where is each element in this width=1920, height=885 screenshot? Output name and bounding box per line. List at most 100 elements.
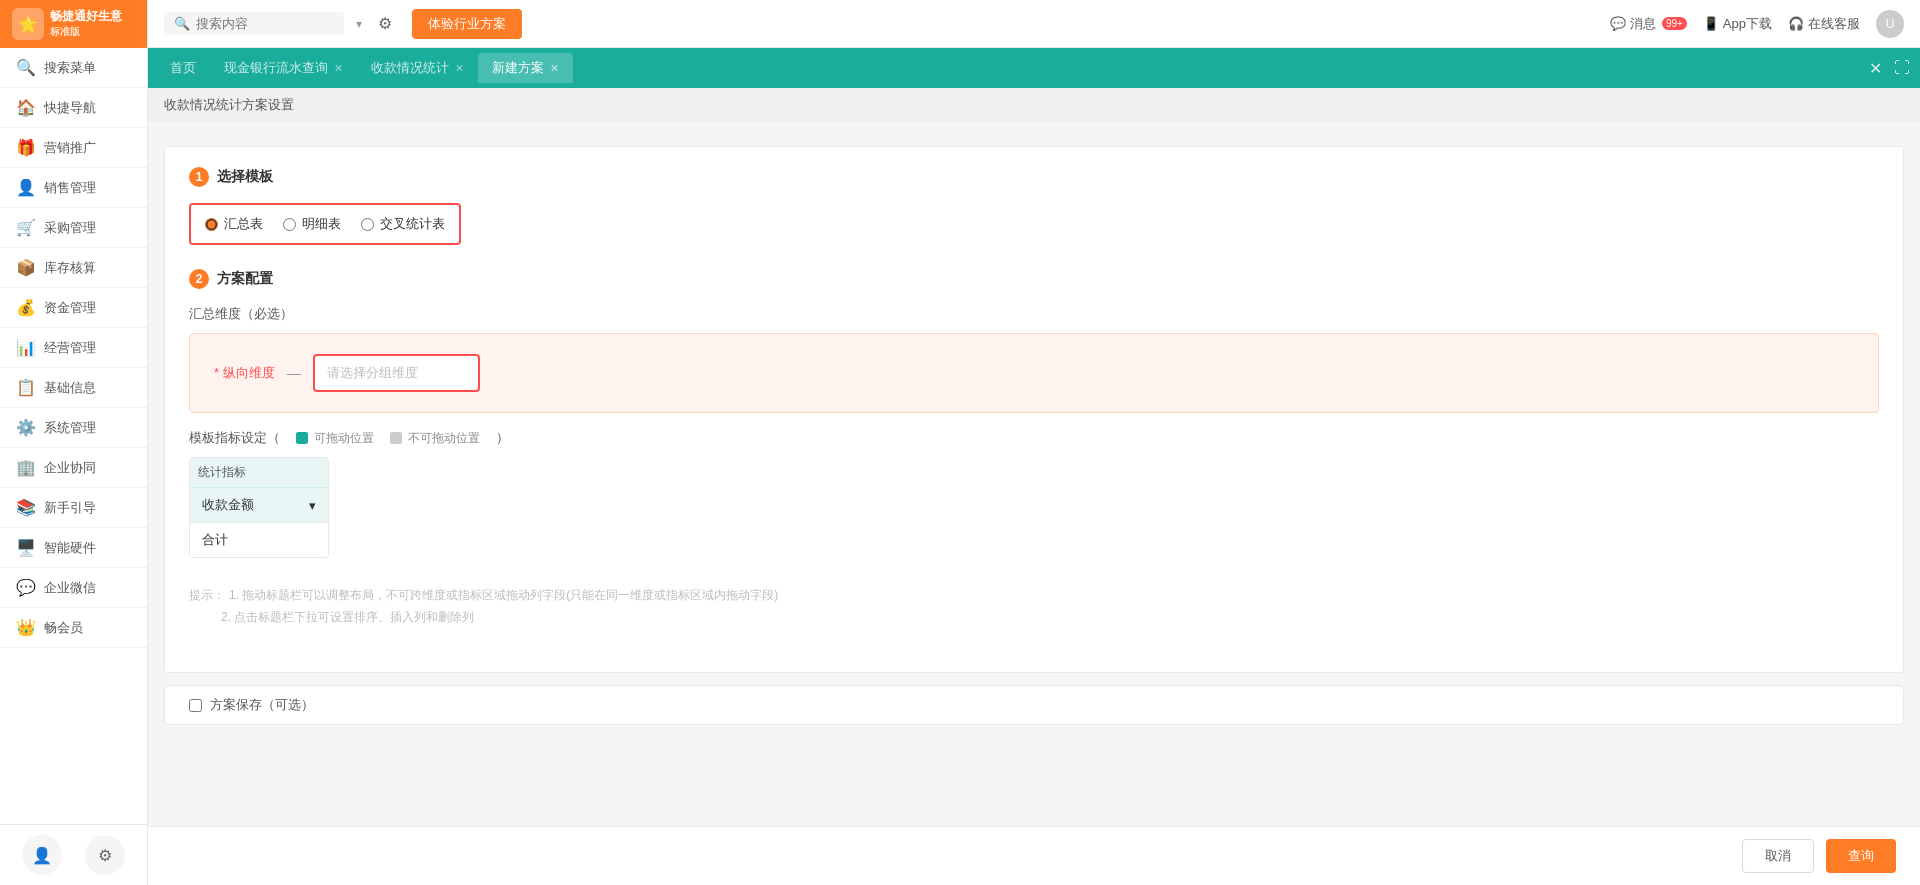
sidebar-item-guide[interactable]: 📚 新手引导 [0, 488, 147, 528]
section2-title: 方案配置 [217, 270, 273, 288]
section-config: 2 方案配置 汇总维度（必选） * 纵向维度 — 请选择分组维度 [189, 269, 1879, 628]
chevron-down-icon: ▾ [309, 498, 316, 513]
search-icon: 🔍 [16, 58, 36, 77]
app-edition: 标准版 [50, 25, 122, 39]
save-label: 方案保存（可选） [210, 696, 314, 714]
support-label: 在线客服 [1808, 15, 1860, 33]
topbar: 🔍 ▾ ⚙ 体验行业方案 💬 消息 99+ 📱 App下载 🎧 在线客服 U [148, 0, 1920, 48]
sidebar-item-operations[interactable]: 📊 经营管理 [0, 328, 147, 368]
tabbar-actions: ✕ ⛶ [1867, 57, 1912, 80]
legend-fixed-label: 不可拖动位置 [408, 430, 480, 447]
sidebar-item-sales[interactable]: 👤 销售管理 [0, 168, 147, 208]
sidebar-item-search-label: 搜索菜单 [44, 59, 96, 77]
breadcrumb: 收款情况统计方案设置 [164, 97, 294, 112]
topbar-search-box[interactable]: 🔍 [164, 12, 344, 35]
sidebar-item-hardware-label: 智能硬件 [44, 539, 96, 557]
search-input[interactable] [196, 16, 316, 31]
tab-bank[interactable]: 现金银行流水查询 ✕ [210, 53, 357, 83]
sidebar-item-search[interactable]: 🔍 搜索菜单 [0, 48, 147, 88]
template-selector: 汇总表 明细表 交叉统计表 [189, 203, 461, 245]
radio-detail[interactable]: 明细表 [283, 215, 341, 233]
sidebar-item-system[interactable]: ⚙️ 系统管理 [0, 408, 147, 448]
basics-icon: 📋 [16, 378, 36, 397]
radio-cross[interactable]: 交叉统计表 [361, 215, 445, 233]
tab-expand-icon[interactable]: ⛶ [1892, 57, 1912, 80]
topbar-right: 💬 消息 99+ 📱 App下载 🎧 在线客服 U [1610, 10, 1904, 38]
metrics-row-total: 合计 [190, 523, 328, 557]
radio-cross-input[interactable] [361, 218, 374, 231]
radio-summary[interactable]: 汇总表 [205, 215, 263, 233]
download-btn[interactable]: 📱 App下载 [1703, 15, 1772, 33]
page-title-bar: 收款情况统计方案设置 [148, 88, 1920, 122]
sidebar-item-purchase[interactable]: 🛒 采购管理 [0, 208, 147, 248]
sidebar-item-basics[interactable]: 📋 基础信息 [0, 368, 147, 408]
industry-btn[interactable]: 体验行业方案 [412, 9, 522, 39]
dimension-area: * 纵向维度 — 请选择分组维度 [189, 333, 1879, 413]
sidebar-item-guide-label: 新手引导 [44, 499, 96, 517]
avatar[interactable]: U [1876, 10, 1904, 38]
sidebar-item-wechat[interactable]: 💬 企业微信 [0, 568, 147, 608]
support-btn[interactable]: 🎧 在线客服 [1788, 15, 1860, 33]
tab-bank-close-icon[interactable]: ✕ [334, 62, 343, 75]
draggable-dot [296, 432, 308, 444]
metrics-close-bracket: ） [496, 429, 509, 447]
radio-summary-label[interactable]: 汇总表 [224, 215, 263, 233]
radio-summary-input[interactable] [205, 218, 218, 231]
fixed-dot [390, 432, 402, 444]
metrics-table-header-label: 统计指标 [190, 458, 328, 488]
download-label: App下载 [1723, 15, 1772, 33]
radio-detail-label[interactable]: 明细表 [302, 215, 341, 233]
sidebar-item-member-label: 畅会员 [44, 619, 83, 637]
chevron-down-icon[interactable]: ▾ [356, 17, 362, 31]
sidebar-item-finance-label: 资金管理 [44, 299, 96, 317]
metrics-config-label: 模板指标设定（ 可拖动位置 不可拖动位置 ） [189, 429, 1879, 447]
section2-number: 2 [189, 269, 209, 289]
tips-item-1: 提示： 1. 拖动标题栏可以调整布局，不可跨维度或指标区域拖动列字段(只能在同一… [189, 585, 1879, 607]
section2-header: 2 方案配置 [189, 269, 1879, 289]
tab-bank-label: 现金银行流水查询 [224, 59, 328, 77]
dimension-select[interactable]: 请选择分组维度 [313, 354, 480, 392]
sidebar-item-enterprise[interactable]: 🏢 企业协同 [0, 448, 147, 488]
sidebar-item-hardware[interactable]: 🖥️ 智能硬件 [0, 528, 147, 568]
section1-title: 选择模板 [217, 168, 273, 186]
main-area: 🔍 ▾ ⚙ 体验行业方案 💬 消息 99+ 📱 App下载 🎧 在线客服 U [148, 0, 1920, 885]
notification-btn[interactable]: 💬 消息 99+ [1610, 15, 1687, 33]
tab-close-all-icon[interactable]: ✕ [1867, 57, 1884, 80]
member-icon: 👑 [16, 618, 36, 637]
legend-fixed: 不可拖动位置 [390, 430, 480, 447]
sidebar-avatar-btn[interactable]: 👤 [22, 835, 62, 875]
tab-receipt-stat-close-icon[interactable]: ✕ [455, 62, 464, 75]
app-name: 畅捷通好生意 [50, 9, 122, 25]
metrics-col-header[interactable]: 收款金额 ▾ [190, 488, 328, 523]
radio-detail-input[interactable] [283, 218, 296, 231]
sidebar-item-marketing[interactable]: 🎁 营销推广 [0, 128, 147, 168]
legend-draggable-label: 可拖动位置 [314, 430, 374, 447]
sales-icon: 👤 [16, 178, 36, 197]
tips-text-2: 2. 点击标题栏下拉可设置排序、插入列和删除列 [221, 607, 474, 629]
sidebar-item-system-label: 系统管理 [44, 419, 96, 437]
metrics-table: 统计指标 收款金额 ▾ 合计 [189, 457, 329, 558]
sidebar-item-inventory[interactable]: 📦 库存核算 [0, 248, 147, 288]
sidebar-item-sales-label: 销售管理 [44, 179, 96, 197]
sidebar-item-marketing-label: 营销推广 [44, 139, 96, 157]
home-icon: 🏠 [16, 98, 36, 117]
sidebar-item-quicknav-label: 快捷导航 [44, 99, 96, 117]
query-button[interactable]: 查询 [1826, 839, 1896, 873]
logo-icon: 🌟 [12, 8, 44, 40]
save-checkbox[interactable] [189, 699, 202, 712]
sidebar-settings-btn[interactable]: ⚙ [85, 835, 125, 875]
tab-new-plan-close-icon[interactable]: ✕ [550, 62, 559, 75]
tab-receipt-stat-label: 收款情况统计 [371, 59, 449, 77]
sidebar-item-member[interactable]: 👑 畅会员 [0, 608, 147, 648]
tab-home[interactable]: 首页 [156, 53, 210, 83]
tab-receipt-stat[interactable]: 收款情况统计 ✕ [357, 53, 478, 83]
summary-dim-label: 汇总维度（必选） [189, 305, 1879, 323]
sidebar-item-quicknav[interactable]: 🏠 快捷导航 [0, 88, 147, 128]
metrics-col-label: 收款金额 [202, 496, 254, 514]
tab-new-plan[interactable]: 新建方案 ✕ [478, 53, 573, 83]
radio-cross-label[interactable]: 交叉统计表 [380, 215, 445, 233]
cancel-button[interactable]: 取消 [1742, 839, 1814, 873]
sidebar-item-basics-label: 基础信息 [44, 379, 96, 397]
sidebar-item-finance[interactable]: 💰 资金管理 [0, 288, 147, 328]
gear-icon[interactable]: ⚙ [378, 14, 392, 33]
